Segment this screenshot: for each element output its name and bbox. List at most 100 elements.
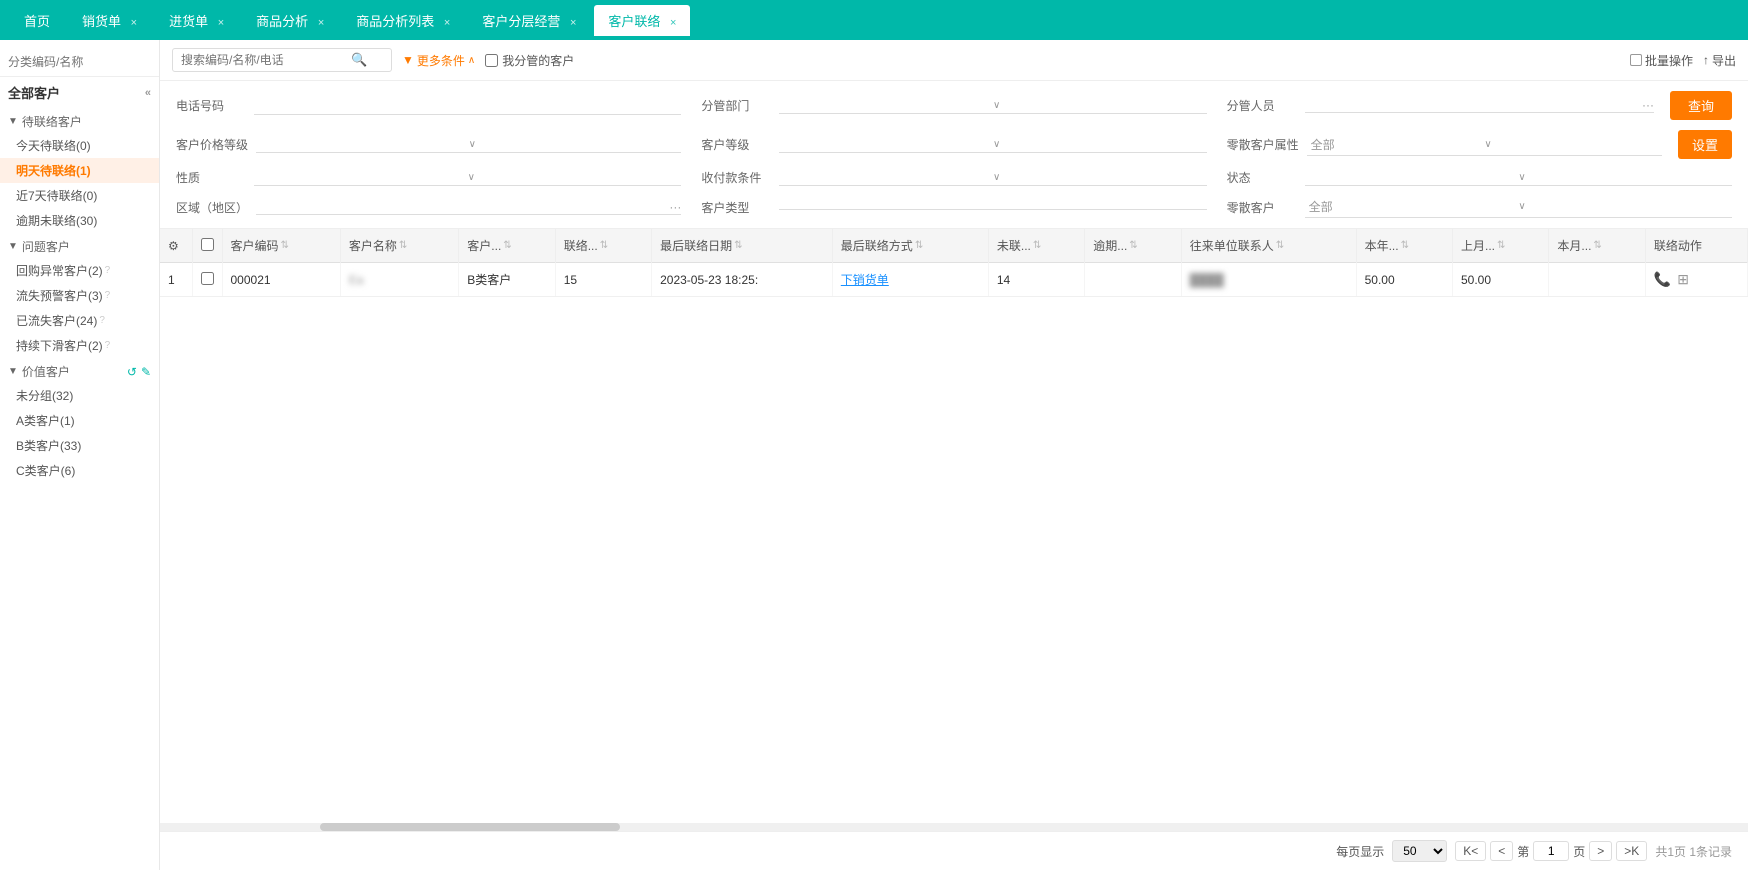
sidebar-item-b-class[interactable]: B类客户(33) bbox=[0, 433, 159, 458]
close-icon[interactable]: × bbox=[670, 17, 676, 29]
sort-icon[interactable]: ⇅ bbox=[1276, 240, 1284, 251]
sort-icon[interactable]: ⇅ bbox=[399, 240, 407, 251]
next-page-btn[interactable]: > bbox=[1589, 841, 1612, 861]
filter-payment-select[interactable]: ∨ bbox=[779, 170, 1206, 186]
arrow-icon: ▼ bbox=[8, 241, 18, 252]
call-icon[interactable]: 📞 bbox=[1654, 271, 1671, 288]
nav-item-sales[interactable]: 销货单 × bbox=[68, 5, 151, 36]
filter-gender-select[interactable]: ∨ bbox=[254, 170, 681, 186]
horizontal-scrollbar[interactable] bbox=[160, 823, 1748, 831]
row-checkbox[interactable] bbox=[201, 272, 214, 285]
filter-customer-level-select[interactable]: ∨ bbox=[779, 137, 1206, 153]
filter-panel: 电话号码 分管部门 ∨ 分管人员 ··· 查询 客户价格等级 bbox=[160, 81, 1748, 229]
sidebar-item-a-class[interactable]: A类客户(1) bbox=[0, 408, 159, 433]
td-last-method[interactable]: 下销货单 bbox=[832, 263, 988, 297]
sidebar-item-declining[interactable]: 持续下滑客户(2) ? bbox=[0, 333, 159, 358]
more-icon: ··· bbox=[669, 200, 681, 214]
search-bar-right: 批量操作 ↑ 导出 bbox=[1630, 52, 1736, 69]
per-page-select[interactable]: 50 20 100 bbox=[1392, 840, 1447, 862]
chevron-down-icon: ∨ bbox=[469, 139, 678, 150]
select-all-checkbox[interactable] bbox=[201, 238, 214, 251]
sidebar-search-input[interactable] bbox=[8, 55, 160, 69]
refresh-icon[interactable]: ↺ bbox=[127, 365, 137, 379]
filter-customer-type-select[interactable] bbox=[779, 205, 1206, 210]
chevron-down-icon: ∨ bbox=[1518, 172, 1728, 183]
filter-status: 状态 ∨ bbox=[1227, 169, 1732, 186]
close-icon[interactable]: × bbox=[318, 17, 324, 29]
all-customers-title[interactable]: 全部客户 « bbox=[0, 77, 159, 108]
sort-icon[interactable]: ⇅ bbox=[503, 240, 511, 251]
sort-icon[interactable]: ⇅ bbox=[281, 240, 289, 251]
first-page-btn[interactable]: K< bbox=[1455, 841, 1486, 861]
sidebar-item-ungrouped[interactable]: 未分组(32) bbox=[0, 383, 159, 408]
nav-item-customer-tier[interactable]: 客户分层经营 × bbox=[468, 5, 590, 36]
sort-icon[interactable]: ⇅ bbox=[1401, 240, 1409, 251]
th-last-method: 最后联络方式 ⇅ bbox=[832, 229, 988, 263]
sort-icon[interactable]: ⇅ bbox=[1497, 240, 1505, 251]
sort-icon[interactable]: ⇅ bbox=[1033, 240, 1041, 251]
pagination: K< < 第 页 > >K bbox=[1455, 841, 1647, 861]
td-last-month: 50.00 bbox=[1453, 263, 1549, 297]
filter-retail-attr-select[interactable]: 全部 ∨ bbox=[1307, 134, 1662, 156]
filter-customer-level: 客户等级 ∨ bbox=[701, 130, 1206, 159]
th-this-year: 本年... ⇅ bbox=[1356, 229, 1452, 263]
nav-item-product-analysis[interactable]: 商品分析 × bbox=[242, 5, 338, 36]
page-suffix: 页 bbox=[1573, 843, 1585, 860]
td-checkbox[interactable] bbox=[192, 263, 222, 297]
th-type: 客户... ⇅ bbox=[459, 229, 555, 263]
filter-phone-input[interactable] bbox=[254, 96, 681, 115]
scroll-thumb[interactable] bbox=[320, 823, 620, 831]
sort-icon[interactable]: ⇅ bbox=[734, 240, 742, 251]
th-checkbox[interactable] bbox=[192, 229, 222, 263]
sort-icon[interactable]: ⇅ bbox=[1593, 240, 1601, 251]
my-customers-checkbox[interactable]: 我分管的客户 bbox=[485, 52, 574, 69]
sidebar: 🔍 全部客户 « ▼ 待联络客户 今天待联络(0) 明天待联络(1) 近7天待联… bbox=[0, 40, 160, 870]
sidebar-item-tomorrow-pending[interactable]: 明天待联络(1) bbox=[0, 158, 159, 183]
sidebar-item-overdue-pending[interactable]: 逾期未联络(30) bbox=[0, 208, 159, 233]
grid-icon[interactable]: ⊞ bbox=[1677, 271, 1689, 288]
close-icon[interactable]: × bbox=[131, 17, 137, 29]
sidebar-item-c-class[interactable]: C类客户(6) bbox=[0, 458, 159, 483]
th-overdue: 逾期... ⇅ bbox=[1085, 229, 1181, 263]
filter-gender: 性质 ∨ bbox=[176, 169, 681, 186]
more-conditions-btn[interactable]: ▼ 更多条件 ∧ bbox=[402, 52, 475, 69]
sidebar-item-churned[interactable]: 已流失客户(24) ? bbox=[0, 308, 159, 333]
close-icon[interactable]: × bbox=[570, 17, 576, 29]
query-button[interactable]: 查询 bbox=[1670, 91, 1732, 120]
search-icon[interactable]: 🔍 bbox=[351, 52, 367, 68]
close-icon[interactable]: × bbox=[218, 17, 224, 29]
filter-retail-customer-select[interactable]: 全部 ∨ bbox=[1305, 196, 1732, 218]
filter-price-select[interactable]: ∨ bbox=[256, 137, 681, 153]
sidebar-item-today-pending[interactable]: 今天待联络(0) bbox=[0, 133, 159, 158]
chevron-up-icon: ∧ bbox=[468, 55, 475, 66]
batch-op-btn[interactable]: 批量操作 bbox=[1630, 52, 1693, 69]
sort-icon[interactable]: ⇅ bbox=[1129, 240, 1137, 251]
nav-home[interactable]: 首页 bbox=[10, 5, 64, 36]
page-input[interactable] bbox=[1533, 841, 1569, 861]
sidebar-item-7day-pending[interactable]: 近7天待联络(0) bbox=[0, 183, 159, 208]
filter-region-input[interactable]: ··· bbox=[256, 200, 681, 215]
sidebar-item-churn-warning[interactable]: 流失预警客户(3) ? bbox=[0, 283, 159, 308]
sort-icon[interactable]: ⇅ bbox=[600, 240, 608, 251]
td-this-year: 50.00 bbox=[1356, 263, 1452, 297]
filter-icon: ▼ bbox=[402, 53, 414, 67]
sidebar-item-repurchase-abnormal[interactable]: 回购异常客户(2) ? bbox=[0, 258, 159, 283]
chevron-down-icon: ∨ bbox=[993, 100, 1203, 111]
filter-manager-input[interactable]: ··· bbox=[1305, 98, 1654, 113]
th-settings[interactable]: ⚙ bbox=[160, 229, 192, 263]
my-customers-check[interactable] bbox=[485, 54, 498, 67]
main-search-input[interactable] bbox=[181, 53, 351, 67]
filter-dept-select[interactable]: ∨ bbox=[779, 98, 1206, 114]
nav-item-product-list[interactable]: 商品分析列表 × bbox=[342, 5, 464, 36]
filter-status-select[interactable]: ∨ bbox=[1305, 170, 1732, 186]
top-nav: 首页 销货单 × 进货单 × 商品分析 × 商品分析列表 × 客户分层经营 × … bbox=[0, 0, 1748, 40]
settings-button[interactable]: 设置 bbox=[1678, 130, 1732, 159]
nav-item-purchase[interactable]: 进货单 × bbox=[155, 5, 238, 36]
edit-icon[interactable]: ✎ bbox=[141, 365, 151, 379]
prev-page-btn[interactable]: < bbox=[1490, 841, 1513, 861]
last-page-btn[interactable]: >K bbox=[1616, 841, 1647, 861]
sort-icon[interactable]: ⇅ bbox=[915, 240, 923, 251]
export-btn[interactable]: ↑ 导出 bbox=[1703, 52, 1736, 69]
close-icon[interactable]: × bbox=[444, 17, 450, 29]
nav-item-customer-contact[interactable]: 客户联络 × bbox=[594, 5, 690, 36]
